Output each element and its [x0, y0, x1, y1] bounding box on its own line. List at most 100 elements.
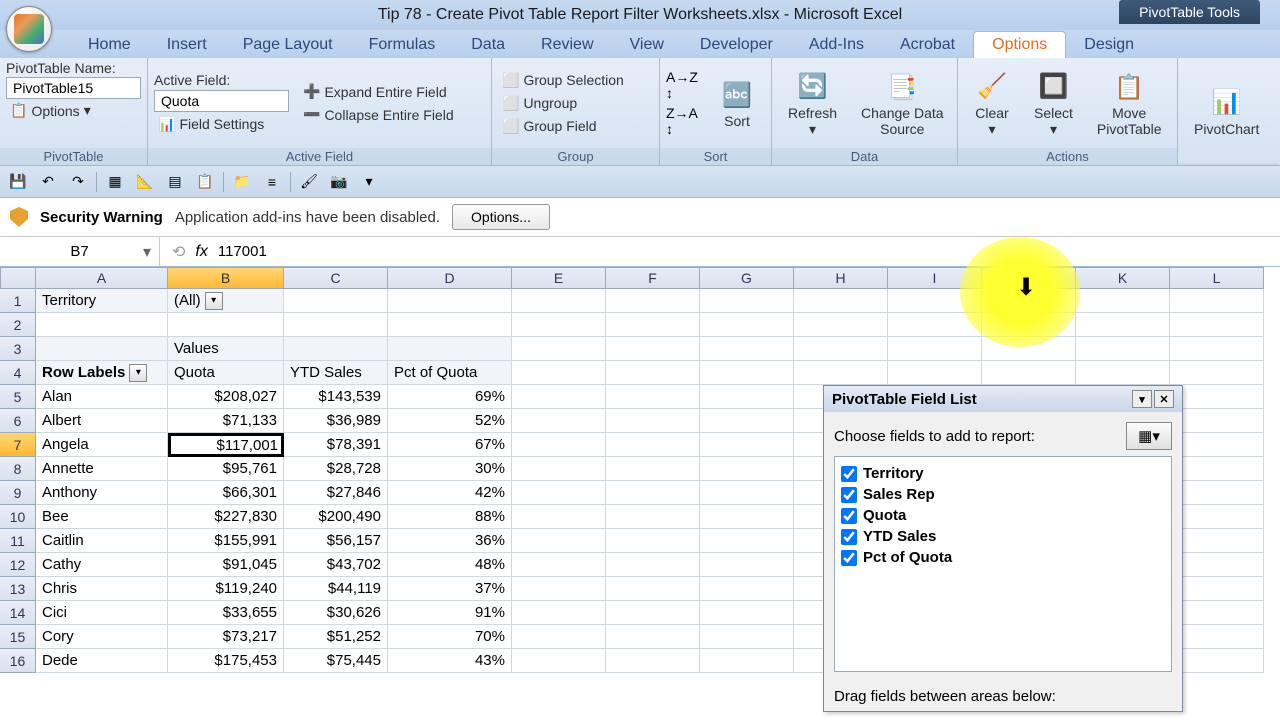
cell-B2[interactable] — [168, 313, 284, 337]
cell-A3[interactable] — [36, 337, 168, 361]
cell-A15[interactable]: Cory — [36, 625, 168, 649]
cell-A10[interactable]: Bee — [36, 505, 168, 529]
tab-design[interactable]: Design — [1066, 32, 1152, 58]
cell-J4[interactable] — [982, 361, 1076, 385]
field-checkbox[interactable] — [841, 529, 857, 545]
col-header-I[interactable]: I — [888, 267, 982, 289]
cell-E13[interactable] — [512, 577, 606, 601]
field-ytd-sales[interactable]: YTD Sales — [841, 526, 1165, 547]
rowlabels-dropdown-icon[interactable]: ▾ — [129, 364, 147, 382]
col-header-C[interactable]: C — [284, 267, 388, 289]
qat-icon[interactable]: ▤ — [163, 170, 187, 194]
cell-F8[interactable] — [606, 457, 700, 481]
cell-D10[interactable]: 88% — [388, 505, 512, 529]
cell-G13[interactable] — [700, 577, 794, 601]
cell-D9[interactable]: 42% — [388, 481, 512, 505]
tab-page-layout[interactable]: Page Layout — [225, 32, 351, 58]
cell-D2[interactable] — [388, 313, 512, 337]
row-header[interactable]: 12 — [0, 553, 36, 577]
cell-C7[interactable]: $78,391 — [284, 433, 388, 457]
formula-value[interactable]: 117001 — [218, 243, 267, 260]
qat-icon[interactable]: ▦ — [103, 170, 127, 194]
cell-E4[interactable] — [512, 361, 606, 385]
expand-field-button[interactable]: ➕ Expand Entire Field — [299, 81, 458, 102]
field-settings-button[interactable]: 📊 Field Settings — [154, 114, 289, 135]
cell-L10[interactable] — [1170, 505, 1264, 529]
cell-B4[interactable]: Quota — [168, 361, 284, 385]
cell-D11[interactable]: 36% — [388, 529, 512, 553]
cell-H4[interactable] — [794, 361, 888, 385]
row-header[interactable]: 1 — [0, 289, 36, 313]
cell-B10[interactable]: $227,830 — [168, 505, 284, 529]
cell-A6[interactable]: Albert — [36, 409, 168, 433]
cell-L1[interactable] — [1170, 289, 1264, 313]
tab-developer[interactable]: Developer — [682, 32, 791, 58]
cell-L5[interactable] — [1170, 385, 1264, 409]
name-box[interactable]: B7 ▾ — [0, 237, 160, 266]
cell-E1[interactable] — [512, 289, 606, 313]
cell-E2[interactable] — [512, 313, 606, 337]
close-icon[interactable]: ✕ — [1154, 390, 1174, 408]
cell-C3[interactable] — [284, 337, 388, 361]
cell-I3[interactable] — [888, 337, 982, 361]
cell-H1[interactable] — [794, 289, 888, 313]
field-checkbox[interactable] — [841, 487, 857, 503]
cell-A5[interactable]: Alan — [36, 385, 168, 409]
cell-A7[interactable]: Angela — [36, 433, 168, 457]
cell-B9[interactable]: $66,301 — [168, 481, 284, 505]
cell-L4[interactable] — [1170, 361, 1264, 385]
cell-J3[interactable] — [982, 337, 1076, 361]
clear-button[interactable]: 🧹Clear▾ — [964, 65, 1020, 142]
cell-A11[interactable]: Caitlin — [36, 529, 168, 553]
group-selection-button[interactable]: ⬜ Group Selection — [498, 70, 628, 91]
col-header-G[interactable]: G — [700, 267, 794, 289]
cell-G12[interactable] — [700, 553, 794, 577]
qat-icon[interactable]: 📐 — [133, 170, 157, 194]
cell-F15[interactable] — [606, 625, 700, 649]
cell-G16[interactable] — [700, 649, 794, 673]
cell-F14[interactable] — [606, 601, 700, 625]
cell-F4[interactable] — [606, 361, 700, 385]
cell-D12[interactable]: 48% — [388, 553, 512, 577]
tab-view[interactable]: View — [612, 32, 682, 58]
cell-L6[interactable] — [1170, 409, 1264, 433]
pivotchart-button[interactable]: 📊PivotChart — [1184, 81, 1269, 141]
cell-G7[interactable] — [700, 433, 794, 457]
cell-A14[interactable]: Cici — [36, 601, 168, 625]
cell-G4[interactable] — [700, 361, 794, 385]
row-header[interactable]: 3 — [0, 337, 36, 361]
cell-E10[interactable] — [512, 505, 606, 529]
row-header[interactable]: 15 — [0, 625, 36, 649]
row-header[interactable]: 2 — [0, 313, 36, 337]
cell-K2[interactable] — [1076, 313, 1170, 337]
cell-C2[interactable] — [284, 313, 388, 337]
row-header[interactable]: 9 — [0, 481, 36, 505]
cell-E5[interactable] — [512, 385, 606, 409]
col-header-D[interactable]: D — [388, 267, 512, 289]
row-header[interactable]: 10 — [0, 505, 36, 529]
field-pct-of-quota[interactable]: Pct of Quota — [841, 547, 1165, 568]
sort-za-icon[interactable]: Z→A ↕ — [666, 105, 705, 137]
undo-icon[interactable]: ↶ — [36, 170, 60, 194]
cell-B13[interactable]: $119,240 — [168, 577, 284, 601]
cell-G3[interactable] — [700, 337, 794, 361]
office-button[interactable] — [6, 6, 52, 52]
cell-J2[interactable] — [982, 313, 1076, 337]
cell-L9[interactable] — [1170, 481, 1264, 505]
cell-L14[interactable] — [1170, 601, 1264, 625]
cell-B8[interactable]: $95,761 — [168, 457, 284, 481]
cell-B5[interactable]: $208,027 — [168, 385, 284, 409]
cell-D3[interactable] — [388, 337, 512, 361]
redo-icon[interactable]: ↷ — [66, 170, 90, 194]
cell-F2[interactable] — [606, 313, 700, 337]
cell-A2[interactable] — [36, 313, 168, 337]
cell-C12[interactable]: $43,702 — [284, 553, 388, 577]
cell-L15[interactable] — [1170, 625, 1264, 649]
cell-F7[interactable] — [606, 433, 700, 457]
cell-G15[interactable] — [700, 625, 794, 649]
qat-icon[interactable]: ≡ — [260, 170, 284, 194]
field-checkbox[interactable] — [841, 508, 857, 524]
cell-F13[interactable] — [606, 577, 700, 601]
filter-dropdown-icon[interactable]: ▾ — [205, 292, 223, 310]
cell-E8[interactable] — [512, 457, 606, 481]
